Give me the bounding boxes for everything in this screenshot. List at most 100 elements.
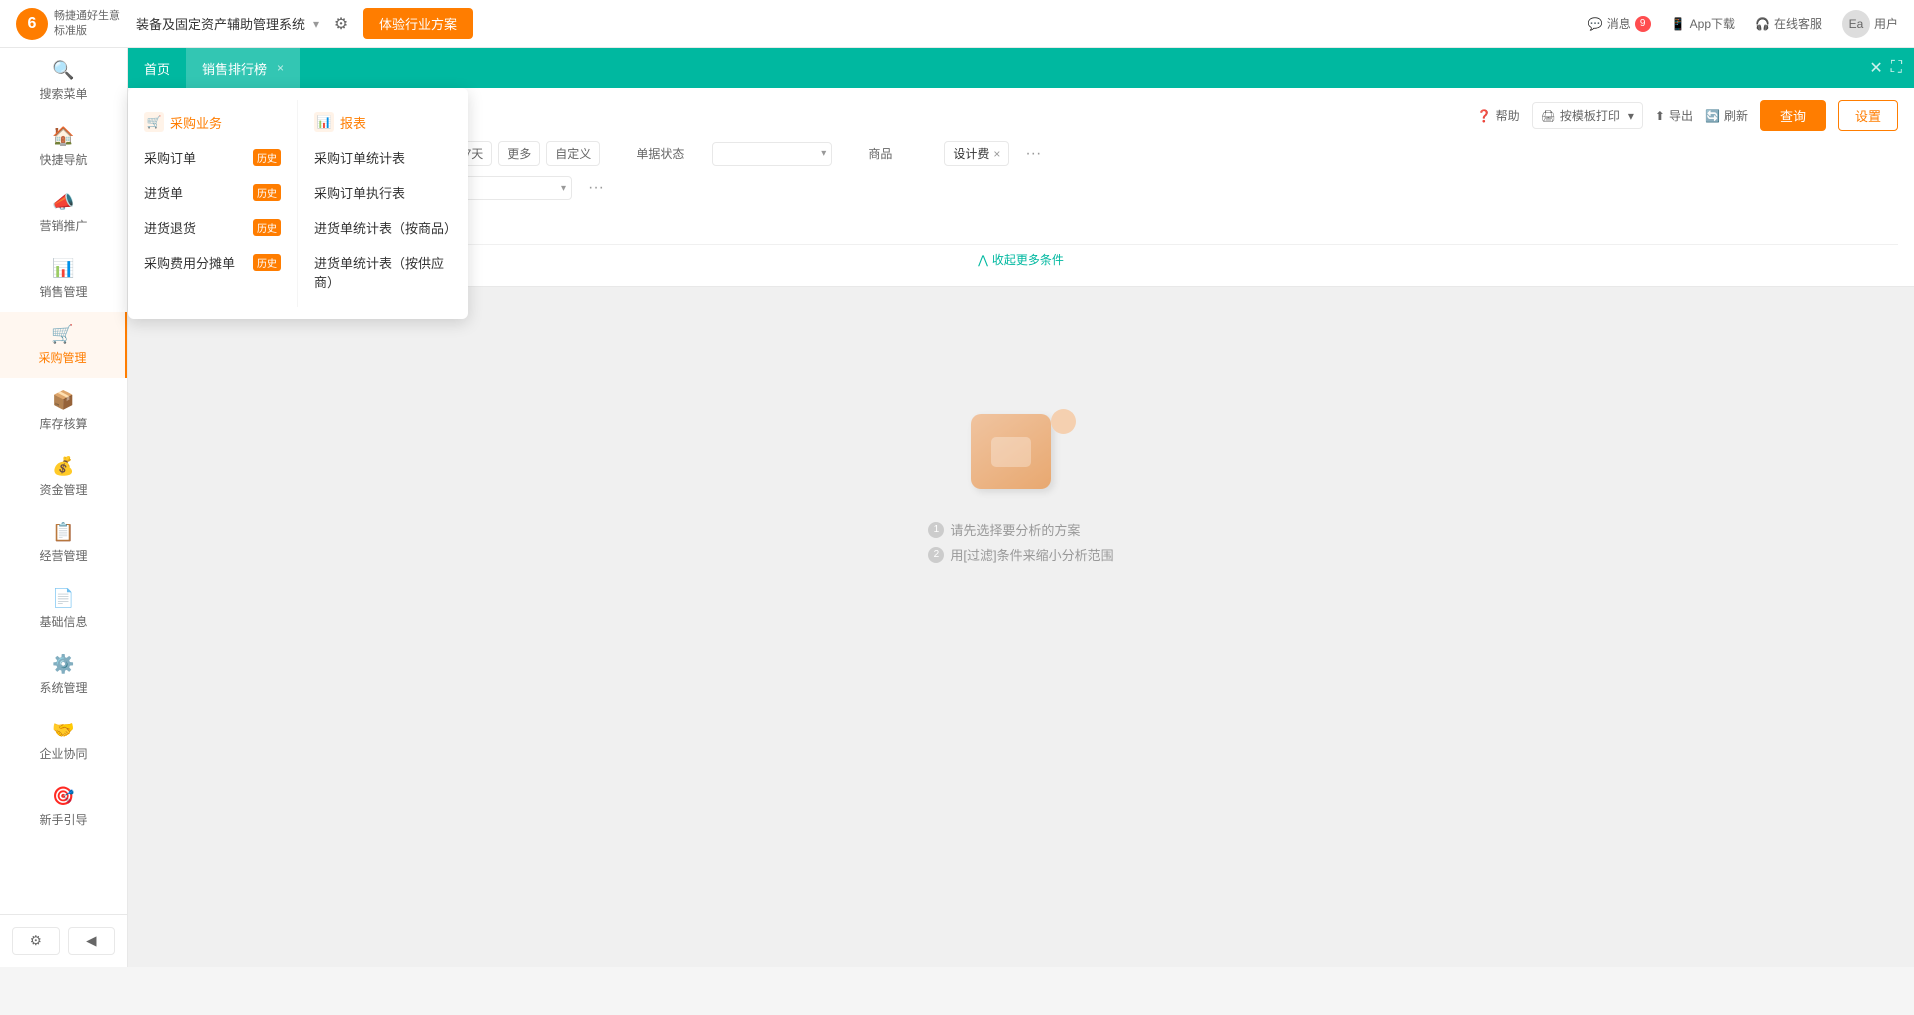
history-badge-3: 历史 <box>253 254 281 271</box>
doc-status-wrapper: ▾ <box>712 142 832 166</box>
menu-item-report-order-exec[interactable]: 采购订单执行表 <box>298 175 468 210</box>
sidebar-collapse-button[interactable]: ◀ <box>68 927 116 955</box>
sidebar-item-guide[interactable]: 🎯 新手引导 <box>0 774 127 840</box>
purchase-section-icon: 🛒 <box>144 112 164 132</box>
menu-item-report-receipt-goods[interactable]: 进货单统计表（按商品） <box>298 210 468 245</box>
headset-icon: 🎧 <box>1755 17 1770 31</box>
quick-more-button[interactable]: 更多 <box>498 141 540 166</box>
window-expand-icon[interactable]: ⛶ <box>1891 59 1902 77</box>
settings-button[interactable]: 设置 <box>1838 100 1898 131</box>
basic-info-icon: 📄 <box>52 588 74 609</box>
robot-head <box>1051 409 1076 434</box>
sidebar-item-basic-info[interactable]: 📄 基础信息 <box>0 576 127 642</box>
tab-bar: 首页 销售排行榜 × ✕ ⛶ <box>128 48 1914 88</box>
empty-state: 1 请先选择要分析的方案 2 用[过滤]条件来缩小分析范围 <box>128 287 1914 687</box>
logo-text: 畅捷通好生意 标准版 <box>54 9 120 38</box>
sidebar-item-sales[interactable]: 📊 销售管理 <box>0 246 127 312</box>
menu-item-purchase-return[interactable]: 进货退货 历史 <box>128 210 297 245</box>
sidebar-item-system[interactable]: ⚙️ 系统管理 <box>0 642 127 708</box>
enterprise-icon: 🤝 <box>52 720 74 741</box>
goods-label: 商品 <box>868 145 928 162</box>
marketing-icon: 📣 <box>52 192 74 213</box>
avatar: Ea <box>1842 10 1870 38</box>
refresh-action[interactable]: 🔄 刷新 <box>1705 107 1748 124</box>
help-action[interactable]: ❓ 帮助 <box>1477 107 1520 124</box>
sidebar-settings-button[interactable]: ⚙ <box>12 927 60 955</box>
home-icon: 🏠 <box>52 126 74 147</box>
export-icon: ⬆ <box>1655 109 1665 123</box>
sales-icon: 📊 <box>52 258 74 279</box>
logo-icon: 6 <box>16 8 48 40</box>
sidebar-bottom: ⚙ ◀ <box>0 914 127 967</box>
date-quick-buttons: 7天 更多 自定义 <box>456 141 601 166</box>
goods-tag-close-icon[interactable]: × <box>993 147 1000 161</box>
sidebar-item-operations[interactable]: 📋 经营管理 <box>0 510 127 576</box>
system-icon: ⚙️ <box>52 654 74 675</box>
history-badge-1: 历史 <box>253 184 281 201</box>
salesperson-select[interactable] <box>452 176 572 200</box>
menu-item-report-receipt-supplier[interactable]: 进货单统计表（按供应商） <box>298 245 468 299</box>
tip-num-2: 2 <box>928 547 944 563</box>
sidebar-item-marketing[interactable]: 📣 营销推广 <box>0 180 127 246</box>
salesperson-wrapper: ▾ <box>452 176 572 200</box>
user-action[interactable]: Ea 用户 <box>1842 10 1898 38</box>
history-badge-2: 历史 <box>253 219 281 236</box>
empty-tip-2: 2 用[过滤]条件来缩小分析范围 <box>928 545 1113 564</box>
system-name: 装备及固定资产辅助管理系统 <box>136 14 305 33</box>
query-button[interactable]: 查询 <box>1760 100 1826 131</box>
message-action[interactable]: 💬 消息 9 <box>1588 15 1651 32</box>
settings-icon[interactable]: ⚙ <box>327 10 355 38</box>
export-action[interactable]: ⬆ 导出 <box>1655 107 1693 124</box>
menu-item-purchase-receipt[interactable]: 进货单 历史 <box>128 175 297 210</box>
top-header: 6 畅捷通好生意 标准版 装备及固定资产辅助管理系统 ▾ ⚙ 体验行业方案 💬 … <box>0 0 1914 48</box>
collapse-up-icon: ⋀ <box>978 253 988 267</box>
goods-more-icon[interactable]: ··· <box>1025 145 1041 163</box>
menu-col-purchase: 🛒 采购业务 采购订单 历史 进货单 历史 进货退货 历史 采购费用分摊单 历史 <box>128 100 298 307</box>
purchase-dropdown-menu: 🛒 采购业务 采购订单 历史 进货单 历史 进货退货 历史 采购费用分摊单 历史 <box>128 88 468 319</box>
goods-tag: 设计费 × <box>944 141 1009 166</box>
print-icon: 🖨 <box>1541 109 1556 123</box>
menu-columns: 🛒 采购业务 采购订单 历史 进货单 历史 进货退货 历史 采购费用分摊单 历史 <box>128 100 468 307</box>
tip-num-1: 1 <box>928 522 944 538</box>
system-dropdown-arrow[interactable]: ▾ <box>313 17 319 31</box>
trial-button[interactable]: 体验行业方案 <box>363 8 473 39</box>
robot-screen <box>991 437 1031 467</box>
search-icon: 🔍 <box>52 60 74 81</box>
menu-col-report: 📊 报表 采购订单统计表 采购订单执行表 进货单统计表（按商品） 进货单统计表（… <box>298 100 468 307</box>
empty-tip-1: 1 请先选择要分析的方案 <box>928 520 1113 539</box>
print-dropdown-icon[interactable]: ▾ <box>1628 109 1634 123</box>
header-right: 💬 消息 9 📱 App下载 🎧 在线客服 Ea 用户 <box>1588 10 1898 38</box>
sidebar-item-search[interactable]: 🔍 搜索菜单 <box>0 48 127 114</box>
menu-item-purchase-order[interactable]: 采购订单 历史 <box>128 140 297 175</box>
doc-status-select[interactable] <box>712 142 832 166</box>
help-icon: ❓ <box>1477 109 1492 123</box>
purchase-section-header: 🛒 采购业务 <box>128 108 297 140</box>
online-service-action[interactable]: 🎧 在线客服 <box>1755 15 1822 32</box>
refresh-icon: 🔄 <box>1705 109 1720 123</box>
phone-icon: 📱 <box>1671 17 1686 31</box>
sidebar-item-finance[interactable]: 💰 资金管理 <box>0 444 127 510</box>
operations-icon: 📋 <box>52 522 74 543</box>
history-badge-0: 历史 <box>253 149 281 166</box>
sidebar-item-inventory[interactable]: 📦 库存核算 <box>0 378 127 444</box>
menu-item-report-order-stats[interactable]: 采购订单统计表 <box>298 140 468 175</box>
salesperson-more-icon[interactable]: ··· <box>588 179 604 197</box>
quick-custom-button[interactable]: 自定义 <box>546 141 600 166</box>
menu-item-purchase-expense[interactable]: 采购费用分摊单 历史 <box>128 245 297 280</box>
tab-home[interactable]: 首页 <box>128 48 186 88</box>
tab-sales-ranking[interactable]: 销售排行榜 × <box>186 48 300 88</box>
guide-icon: 🎯 <box>52 786 74 807</box>
sidebar-item-quick-nav[interactable]: 🏠 快捷导航 <box>0 114 127 180</box>
message-icon: 💬 <box>1588 17 1603 31</box>
empty-tips-container: 1 请先选择要分析的方案 2 用[过滤]条件来缩小分析范围 <box>928 520 1113 570</box>
sidebar-item-purchase[interactable]: 🛒 采购管理 <box>0 312 127 378</box>
tab-close-icon[interactable]: × <box>277 61 284 75</box>
app-download-action[interactable]: 📱 App下载 <box>1671 15 1735 32</box>
purchase-icon: 🛒 <box>51 324 73 345</box>
window-close-icon[interactable]: ✕ <box>1869 58 1882 78</box>
sidebar-item-enterprise[interactable]: 🤝 企业协同 <box>0 708 127 774</box>
doc-status-label: 单据状态 <box>636 145 696 162</box>
print-action[interactable]: 🖨 按模板打印 ▾ <box>1532 102 1643 129</box>
sidebar: 🔍 搜索菜单 🏠 快捷导航 📣 营销推广 📊 销售管理 🛒 采购管理 📦 库存核… <box>0 48 128 967</box>
tab-window-controls: ✕ ⛶ <box>1857 48 1914 88</box>
